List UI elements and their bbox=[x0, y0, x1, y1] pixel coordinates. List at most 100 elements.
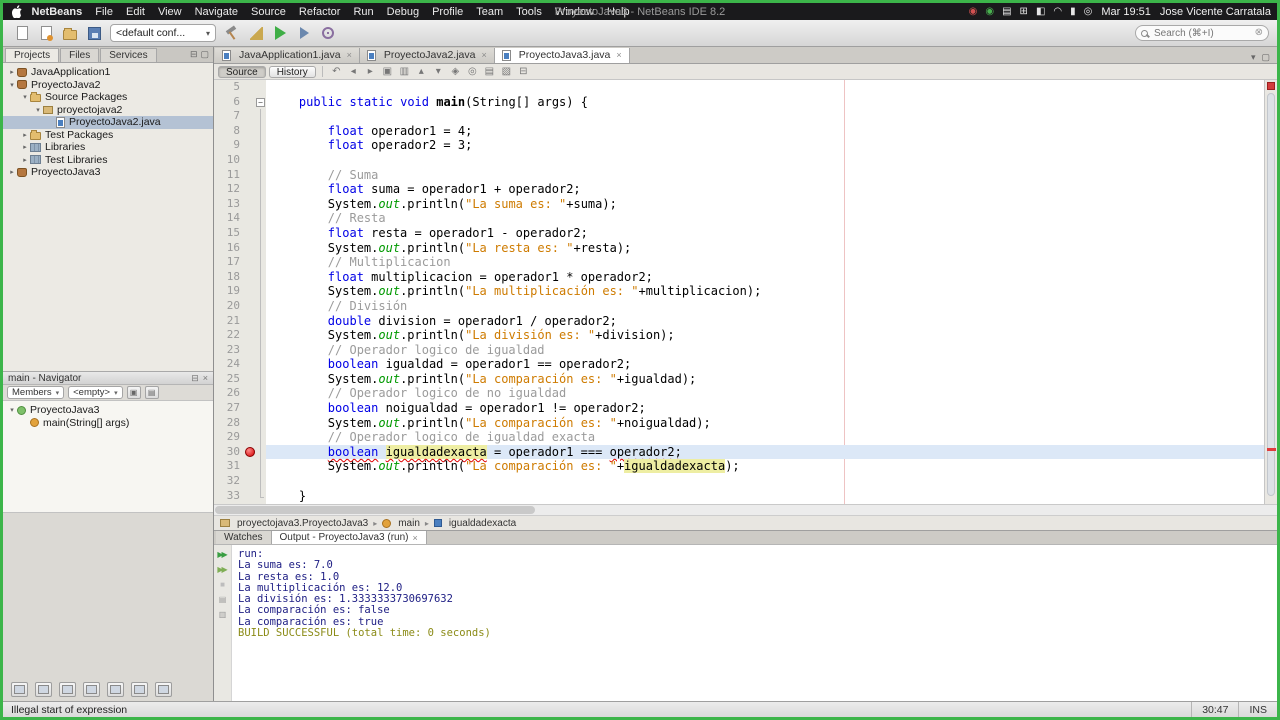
minimized-panel-button-5[interactable] bbox=[107, 681, 124, 697]
error-stripe-mark[interactable] bbox=[1267, 448, 1276, 451]
tab-files[interactable]: Files bbox=[60, 48, 100, 62]
error-stripe[interactable] bbox=[1264, 80, 1277, 504]
code-line-12[interactable]: 12 float suma = operador1 + operador2; bbox=[214, 182, 1264, 197]
projects-tree[interactable]: ▸ JavaApplication1 ▾ ProyectoJava2 ▾ Source P… bbox=[3, 63, 213, 371]
find-selection-icon[interactable]: ▣ bbox=[380, 66, 395, 77]
file-error-indicator-icon[interactable] bbox=[1267, 82, 1275, 90]
code-line-22[interactable]: 22 System.out.println("La división es: "… bbox=[214, 328, 1264, 343]
code-line-13[interactable]: 13 System.out.println("La suma es: "+sum… bbox=[214, 196, 1264, 212]
collapse-arrow-icon[interactable]: ▾ bbox=[7, 81, 17, 89]
code-line-19[interactable]: 19 System.out.println("La multiplicación… bbox=[214, 284, 1264, 299]
tree-item-proyectojava3[interactable]: ▸ ProyectoJava3 bbox=[3, 166, 213, 179]
run-project-button[interactable] bbox=[269, 22, 291, 44]
apple-menu-icon[interactable] bbox=[9, 5, 25, 18]
forward-icon[interactable]: ▸ bbox=[363, 66, 378, 77]
code-line-31[interactable]: 31 System.out.println("La comparación es… bbox=[214, 459, 1264, 475]
code-line-20[interactable]: 20 // División bbox=[214, 298, 1264, 314]
build-project-button[interactable] bbox=[221, 22, 243, 44]
profile-project-button[interactable] bbox=[317, 22, 339, 44]
debug-project-button[interactable] bbox=[293, 22, 315, 44]
menu-view[interactable]: View bbox=[151, 6, 188, 18]
expand-arrow-icon[interactable]: ▸ bbox=[20, 143, 30, 151]
next-bookmark-icon[interactable]: ▾ bbox=[431, 66, 446, 77]
code-line-14[interactable]: 14 // Resta bbox=[214, 211, 1264, 226]
collapse-arrow-icon[interactable]: ▾ bbox=[20, 93, 30, 101]
navigator-sort-button[interactable]: ▣ bbox=[126, 386, 141, 399]
navigator-filters-button[interactable]: ▤ bbox=[144, 386, 159, 399]
clear-output-button[interactable]: ▥ bbox=[219, 610, 227, 619]
bottom-tab-watches[interactable]: Watches bbox=[216, 531, 272, 544]
wifi-icon[interactable]: ◠ bbox=[1053, 6, 1062, 17]
minimized-panel-button-2[interactable] bbox=[35, 681, 52, 697]
navigator-tree[interactable]: ▾ ProyectoJava3 main(String[] args) bbox=[3, 401, 213, 513]
tree-item-proyectojava2-java[interactable]: ProyectoJava2.java bbox=[3, 116, 213, 129]
tree-item-test-libraries[interactable]: ▸ Test Libraries bbox=[3, 154, 213, 167]
rerun-button[interactable]: ▶▶ bbox=[217, 550, 227, 559]
code-line-25[interactable]: 25 System.out.println("La comparación es… bbox=[214, 371, 1264, 387]
code-line-16[interactable]: 16 System.out.println("La resta es: "+re… bbox=[214, 240, 1264, 256]
code-line-17[interactable]: 17 // Multiplicacion bbox=[214, 255, 1264, 270]
search-input[interactable] bbox=[1152, 26, 1251, 40]
back-icon[interactable]: ◂ bbox=[346, 66, 361, 77]
code-fold-icon[interactable]: ⊟ bbox=[516, 66, 531, 77]
search-clear-icon[interactable]: ⊗ bbox=[1255, 28, 1263, 38]
tree-item-test-packages[interactable]: ▸ Test Packages bbox=[3, 129, 213, 142]
code-line-9[interactable]: 9 float operador2 = 3; bbox=[214, 138, 1264, 153]
stop-button[interactable]: ■ bbox=[220, 580, 225, 589]
menubar-clock[interactable]: Mar 19:51 bbox=[1101, 6, 1151, 18]
menubar-user[interactable]: Jose Vicente Carratala bbox=[1160, 6, 1271, 18]
history-view-button[interactable]: History bbox=[268, 65, 316, 78]
expand-arrow-icon[interactable]: ▸ bbox=[7, 68, 17, 76]
code-line-11[interactable]: 11 // Suma bbox=[214, 167, 1264, 183]
screen-recording-icon[interactable]: ◉ bbox=[969, 6, 978, 17]
next-error-icon[interactable]: ◎ bbox=[465, 66, 480, 77]
new-file-button[interactable] bbox=[11, 22, 33, 44]
close-output-icon[interactable]: × bbox=[412, 533, 417, 543]
config-select[interactable]: <default conf... ▾ bbox=[110, 24, 216, 42]
menu-debug[interactable]: Debug bbox=[380, 6, 425, 18]
tab-services[interactable]: Services bbox=[100, 48, 157, 62]
code-line-5[interactable]: 5 bbox=[214, 80, 1264, 95]
editor-tab-proyectojava3-java[interactable]: ProyectoJava3.java × bbox=[494, 48, 630, 63]
menu-profile[interactable]: Profile bbox=[426, 6, 470, 18]
tab-list-icon[interactable]: ▾ bbox=[1251, 52, 1256, 63]
tree-item-source-packages[interactable]: ▾ Source Packages bbox=[3, 91, 213, 104]
last-edit-position-icon[interactable]: ↶ bbox=[329, 66, 344, 77]
navigator-view-select[interactable]: Members ▾ bbox=[7, 386, 65, 399]
code-line-23[interactable]: 23 // Operador logico de igualdad bbox=[214, 342, 1264, 358]
breadcrumb-item-proyectojava3-proyectojava3[interactable]: proyectojava3.ProyectoJava3 bbox=[220, 518, 368, 529]
clean-build-button[interactable] bbox=[245, 22, 267, 44]
minimized-panel-button-1[interactable] bbox=[11, 681, 28, 697]
maximize-editor-icon[interactable]: ▢ bbox=[1261, 52, 1270, 63]
display-icon[interactable]: ▤ bbox=[1002, 6, 1011, 17]
tree-item-main-string-args[interactable]: main(String[] args) bbox=[3, 417, 213, 430]
camera-icon[interactable]: ◉ bbox=[985, 6, 994, 17]
fold-toggle-icon[interactable]: − bbox=[256, 97, 265, 107]
code-line-15[interactable]: 15 float resta = operador1 - operador2; bbox=[214, 225, 1264, 241]
minimize-panel-icon[interactable]: ⊟ bbox=[190, 49, 198, 60]
editor-horizontal-scrollbar[interactable] bbox=[214, 504, 1277, 515]
minimized-panel-button-4[interactable] bbox=[83, 681, 100, 697]
close-tab-icon[interactable]: × bbox=[481, 50, 486, 60]
comment-icon[interactable]: ▤ bbox=[482, 66, 497, 77]
menu-file[interactable]: File bbox=[89, 6, 120, 18]
navigator-filter-select[interactable]: <empty> ▾ bbox=[68, 386, 123, 399]
tree-item-proyectojava2[interactable]: ▾ proyectojava2 bbox=[3, 104, 213, 117]
menu-refactor[interactable]: Refactor bbox=[292, 6, 347, 18]
menu-source[interactable]: Source bbox=[245, 6, 293, 18]
menu-tools[interactable]: Tools bbox=[510, 6, 549, 18]
breadcrumb-item-main[interactable]: main bbox=[382, 518, 420, 529]
output-settings-button[interactable]: ▤ bbox=[219, 595, 227, 604]
menu-navigate[interactable]: Navigate bbox=[188, 6, 244, 18]
bottom-tab-output-proyectojava3-run[interactable]: Output - ProyectoJava3 (run) × bbox=[271, 531, 427, 544]
code-line-10[interactable]: 10 bbox=[214, 152, 1264, 168]
code-editor[interactable]: 5 6 − public static void main(String[] arg… bbox=[214, 80, 1264, 504]
tree-item-proyectojava3[interactable]: ▾ ProyectoJava3 bbox=[3, 404, 213, 417]
insert-mode-indicator[interactable]: INS bbox=[1238, 702, 1277, 717]
tree-item-javaapplication1[interactable]: ▸ JavaApplication1 bbox=[3, 66, 213, 79]
code-line-6[interactable]: 6 − public static void main(String[] args… bbox=[214, 94, 1264, 110]
minimized-panel-button-7[interactable] bbox=[155, 681, 172, 697]
menu-edit[interactable]: Edit bbox=[119, 6, 151, 18]
clock-menu-icon[interactable]: ◎ bbox=[1084, 6, 1093, 17]
error-badge-icon[interactable] bbox=[245, 446, 255, 457]
